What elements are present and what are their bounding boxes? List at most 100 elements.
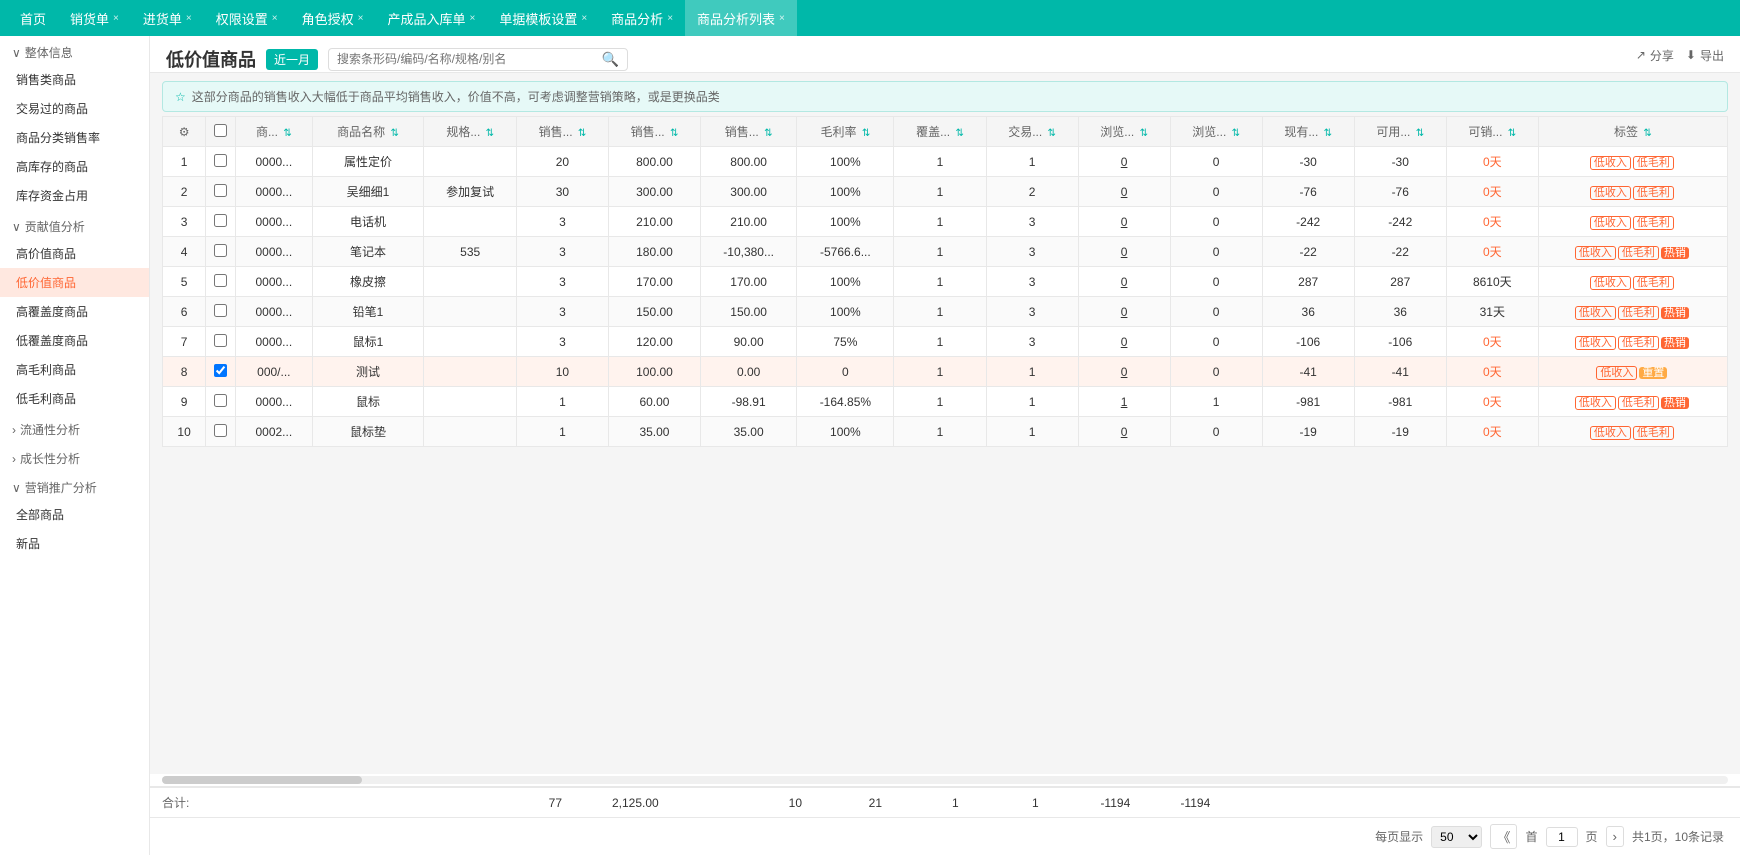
page-number-input[interactable] bbox=[1546, 827, 1578, 847]
first-page-button[interactable]: 《 bbox=[1490, 824, 1517, 849]
cell-price: 150.00 bbox=[608, 297, 700, 327]
cell-gross-rate: -5766.6... bbox=[797, 237, 894, 267]
nav-product-analysis-list[interactable]: 商品分析列表 × bbox=[685, 0, 797, 36]
filter-month-button[interactable]: 近一月 bbox=[266, 49, 318, 70]
col-sales-header[interactable]: 销售... ⇅ bbox=[701, 117, 797, 147]
nav-sales-order[interactable]: 销货单 × bbox=[58, 0, 131, 36]
nav-product-inbound[interactable]: 产成品入库单 × bbox=[375, 0, 487, 36]
tag-low-profit: 低毛利 bbox=[1618, 396, 1659, 410]
cell-checkbox[interactable] bbox=[206, 207, 236, 237]
select-all-checkbox[interactable] bbox=[214, 124, 227, 137]
sidebar-item-high-stock[interactable]: 高库存的商品 bbox=[0, 152, 149, 181]
col-gross-header[interactable]: 毛利率 ⇅ bbox=[797, 117, 894, 147]
col-price-header[interactable]: 销售... ⇅ bbox=[608, 117, 700, 147]
per-page-select[interactable]: 50 100 200 bbox=[1431, 826, 1482, 848]
col-stock3-header[interactable]: 可销... ⇅ bbox=[1446, 117, 1538, 147]
row-checkbox[interactable] bbox=[214, 184, 227, 197]
col-checkbox[interactable] bbox=[206, 117, 236, 147]
nav-close-icon[interactable]: × bbox=[113, 13, 119, 24]
cell-checkbox[interactable] bbox=[206, 237, 236, 267]
table-footer: 合计: 77 2,125.00 10 21 1 1 -1194 -1194 bbox=[150, 786, 1740, 817]
footer-empty bbox=[205, 796, 515, 810]
cell-checkbox[interactable] bbox=[206, 357, 236, 387]
nav-close-icon[interactable]: × bbox=[667, 13, 673, 24]
nav-home[interactable]: 首页 bbox=[8, 0, 58, 36]
col-browse1-header[interactable]: 浏览... ⇅ bbox=[1078, 117, 1170, 147]
col-browse2-header[interactable]: 浏览... ⇅ bbox=[1170, 117, 1262, 147]
sidebar-item-stock-capital[interactable]: 库存资金占用 bbox=[0, 181, 149, 210]
nav-close-icon[interactable]: × bbox=[358, 13, 364, 24]
cell-checkbox[interactable] bbox=[206, 297, 236, 327]
nav-close-icon[interactable]: × bbox=[186, 13, 192, 24]
cell-checkbox[interactable] bbox=[206, 267, 236, 297]
sidebar-item-sales-goods[interactable]: 销售类商品 bbox=[0, 65, 149, 94]
sidebar-item-category-sales-rate[interactable]: 商品分类销售率 bbox=[0, 123, 149, 152]
row-checkbox[interactable] bbox=[214, 274, 227, 287]
cell-checkbox[interactable] bbox=[206, 147, 236, 177]
row-checkbox[interactable] bbox=[214, 424, 227, 437]
col-stock2-header[interactable]: 可用... ⇅ bbox=[1354, 117, 1446, 147]
col-tags-header[interactable]: 标签 ⇅ bbox=[1538, 117, 1727, 147]
share-button[interactable]: ↗ 分享 bbox=[1636, 47, 1674, 64]
cell-sales: 90.00 bbox=[701, 327, 797, 357]
nav-permission[interactable]: 权限设置 × bbox=[204, 0, 290, 36]
sidebar-item-new-goods[interactable]: 新品 bbox=[0, 529, 149, 558]
top-navigation: 首页 销货单 × 进货单 × 权限设置 × 角色授权 × 产成品入库单 × 单据… bbox=[0, 0, 1740, 36]
nav-template-settings[interactable]: 单据模板设置 × bbox=[487, 0, 599, 36]
cell-name: 测试 bbox=[312, 357, 424, 387]
col-spec-header[interactable]: 规格... ⇅ bbox=[424, 117, 516, 147]
chevron-down-icon: ∨ bbox=[12, 220, 21, 234]
sidebar-item-low-coverage[interactable]: 低覆盖度商品 bbox=[0, 326, 149, 355]
sidebar-item-low-value[interactable]: 低价值商品 bbox=[0, 268, 149, 297]
nav-close-icon[interactable]: × bbox=[272, 13, 278, 24]
row-checkbox[interactable] bbox=[214, 334, 227, 347]
cell-tags: 低收入低毛利热销 bbox=[1538, 297, 1727, 327]
cell-name: 橡皮擦 bbox=[312, 267, 424, 297]
sidebar-item-high-coverage[interactable]: 高覆盖度商品 bbox=[0, 297, 149, 326]
table-container[interactable]: ⚙ 商... ⇅ 商品名称 ⇅ 规格... ⇅ 销售... ⇅ 销售... ⇅ … bbox=[150, 116, 1740, 774]
nav-product-analysis[interactable]: 商品分析 × bbox=[599, 0, 685, 36]
cell-checkbox[interactable] bbox=[206, 177, 236, 207]
cell-checkbox[interactable] bbox=[206, 327, 236, 357]
cell-days: 0天 bbox=[1446, 177, 1538, 207]
col-tx-header[interactable]: 交易... ⇅ bbox=[986, 117, 1078, 147]
cell-checkbox[interactable] bbox=[206, 417, 236, 447]
nav-close-icon[interactable]: × bbox=[581, 13, 587, 24]
nav-purchase-order[interactable]: 进货单 × bbox=[131, 0, 204, 36]
nav-role-auth[interactable]: 角色授权 × bbox=[290, 0, 376, 36]
cell-stock1: -106 bbox=[1262, 327, 1354, 357]
col-settings[interactable]: ⚙ bbox=[163, 117, 206, 147]
cell-checkbox[interactable] bbox=[206, 387, 236, 417]
row-checkbox[interactable] bbox=[214, 244, 227, 257]
nav-close-icon[interactable]: × bbox=[469, 13, 475, 24]
cell-browse2: 0 bbox=[1170, 417, 1262, 447]
col-stock1-header[interactable]: 现有... ⇅ bbox=[1262, 117, 1354, 147]
sidebar-item-all-goods[interactable]: 全部商品 bbox=[0, 500, 149, 529]
col-qty-header[interactable]: 销售... ⇅ bbox=[516, 117, 608, 147]
nav-close-icon[interactable]: × bbox=[779, 13, 785, 24]
row-checkbox[interactable] bbox=[214, 364, 227, 377]
col-code-header[interactable]: 商... ⇅ bbox=[236, 117, 312, 147]
row-checkbox[interactable] bbox=[214, 394, 227, 407]
sidebar-item-high-gross[interactable]: 高毛利商品 bbox=[0, 355, 149, 384]
scroll-track[interactable] bbox=[162, 776, 1728, 784]
next-page-button[interactable]: › bbox=[1606, 826, 1624, 847]
col-name-header[interactable]: 商品名称 ⇅ bbox=[312, 117, 424, 147]
cell-coverage: 1 bbox=[894, 297, 986, 327]
search-input[interactable] bbox=[337, 52, 602, 66]
chevron-right-icon: › bbox=[12, 452, 16, 466]
sidebar-item-low-gross[interactable]: 低毛利商品 bbox=[0, 384, 149, 413]
cell-price: 60.00 bbox=[608, 387, 700, 417]
scroll-thumb[interactable] bbox=[162, 776, 362, 784]
cell-tx: 1 bbox=[986, 357, 1078, 387]
sidebar-item-high-value[interactable]: 高价值商品 bbox=[0, 239, 149, 268]
export-button[interactable]: ⬇ 导出 bbox=[1686, 47, 1724, 64]
cell-code: 0002... bbox=[236, 417, 312, 447]
row-checkbox[interactable] bbox=[214, 304, 227, 317]
row-checkbox[interactable] bbox=[214, 214, 227, 227]
sidebar-item-traded-goods[interactable]: 交易过的商品 bbox=[0, 94, 149, 123]
row-checkbox[interactable] bbox=[214, 154, 227, 167]
col-coverage-header[interactable]: 覆盖... ⇅ bbox=[894, 117, 986, 147]
cell-name: 鼠标 bbox=[312, 387, 424, 417]
cell-tags: 低收入低毛利 bbox=[1538, 207, 1727, 237]
